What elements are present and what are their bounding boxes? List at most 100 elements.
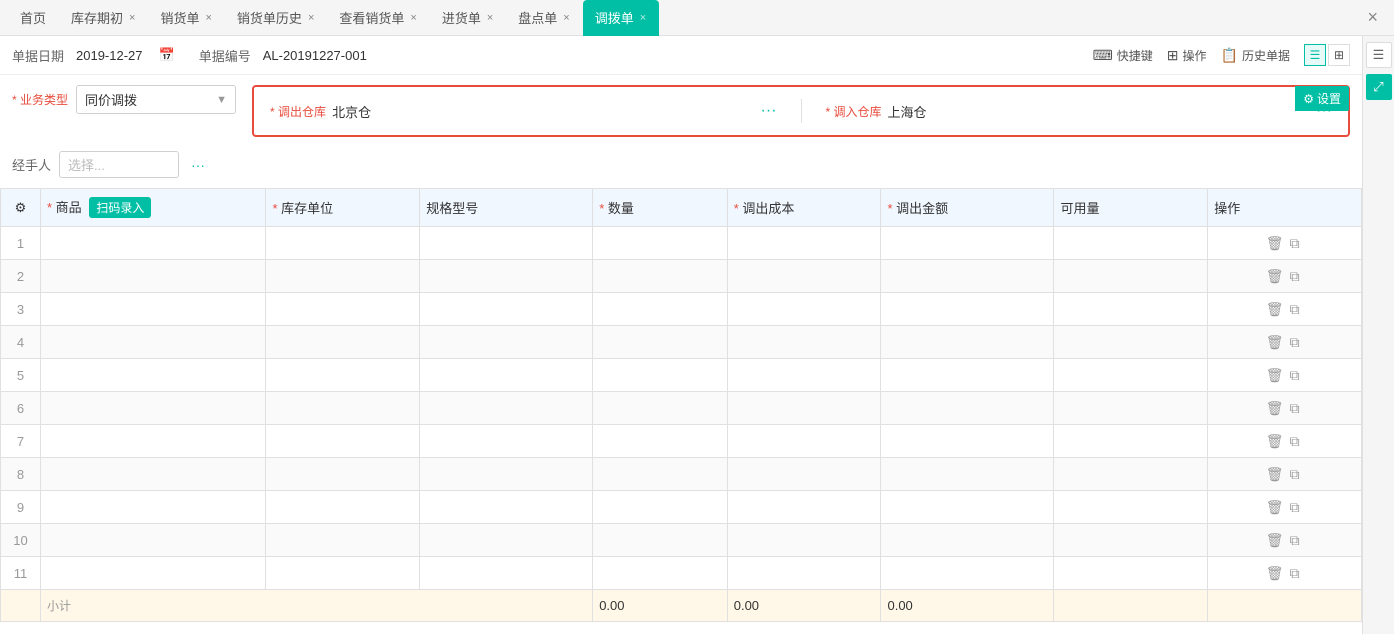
tab-home[interactable]: 首页 [8,0,59,36]
business-type-label: 业务类型 [12,91,68,108]
delete-row-4-btn[interactable]: 🗑 [1265,332,1285,352]
operation-icon: ⊞ [1167,47,1179,64]
copy-row-11-btn[interactable]: ⧉ [1285,563,1305,583]
warehouse-section: 调出仓库 北京仓 ··· 调入仓库 上海仓 ··· ⚙ 设置 [252,85,1350,137]
copy-row-7-btn[interactable]: ⧉ [1285,431,1305,451]
history-btn[interactable]: 📋 历史单据 [1221,47,1290,64]
col-unit: 库存单位 [266,189,420,227]
close-tab-purchase-order[interactable]: × [487,12,493,24]
col-amount: 调出金额 [881,189,1054,227]
table-row: 1🗑⧉ [1,227,1362,260]
delete-row-11-btn[interactable]: 🗑 [1265,563,1285,583]
table-row: 9🗑⧉ [1,491,1362,524]
delete-row-3-btn[interactable]: 🗑 [1265,299,1285,319]
warehouse-out-more-btn[interactable]: ··· [761,102,777,120]
transfer-table: ⚙ 商品 扫码录入 库存单位 规格型号 数量 调出成本 [0,188,1362,622]
shortcut-icon: ⌨ [1093,47,1113,64]
col-avail: 可用量 [1054,189,1208,227]
shortcut-btn[interactable]: ⌨ 快捷键 [1093,47,1153,64]
delete-row-6-btn[interactable]: 🗑 [1265,398,1285,418]
gear-icon: ⚙ [1303,92,1314,106]
person-label: 经手人 [12,155,51,174]
scan-entry-btn[interactable]: 扫码录入 [89,197,151,218]
close-tab-inventory-init[interactable]: × [129,12,135,24]
list-view-btn[interactable]: ☰ [1304,44,1326,66]
copy-row-5-btn[interactable]: ⧉ [1285,365,1305,385]
table-row: 8🗑⧉ [1,458,1362,491]
col-gear[interactable]: ⚙ [1,189,41,227]
date-label: 单据日期 [12,46,64,65]
doc-number-label: 单据编号 [199,46,251,65]
copy-row-9-btn[interactable]: ⧉ [1285,497,1305,517]
grid-view-btn[interactable]: ⊞ [1328,44,1350,66]
business-type-select[interactable]: 同价调拨 ▼ [76,85,236,114]
delete-row-10-btn[interactable]: 🗑 [1265,530,1285,550]
col-qty: 数量 [593,189,728,227]
subtotal-label: 小计 [47,599,71,613]
table-row: 7🗑⧉ [1,425,1362,458]
tab-sales-history[interactable]: 销货单历史 × [225,0,327,36]
tab-purchase-order[interactable]: 进货单 × [430,0,506,36]
business-type-value: 同价调拨 [85,90,212,109]
tab-inventory-check[interactable]: 盘点单 × [506,0,582,36]
toolbar-actions: ⌨ 快捷键 ⊞ 操作 📋 历史单据 ☰ ⊞ [1093,44,1350,66]
person-row: 经手人 选择... ··· [0,147,1362,188]
table-row: 10🗑⧉ [1,524,1362,557]
close-tab-sales-order[interactable]: × [205,12,211,24]
col-product: 商品 扫码录入 [41,189,266,227]
form-area: 业务类型 同价调拨 ▼ 调出仓库 北京仓 ··· 调入仓库 上海仓 ··· ⚙ … [0,75,1362,147]
subtotal-cost: 0.00 [734,598,759,613]
subtotal-row: 小计 0.00 0.00 0.00 [1,590,1362,622]
chevron-down-icon: ▼ [216,94,227,106]
tab-sales-order[interactable]: 销货单 × [148,0,224,36]
tab-transfer-order[interactable]: 调拨单 × [583,0,659,36]
history-icon: 📋 [1221,47,1238,64]
subtotal-qty: 0.00 [599,598,624,613]
delete-row-8-btn[interactable]: 🗑 [1265,464,1285,484]
copy-row-1-btn[interactable]: ⧉ [1285,233,1305,253]
copy-row-3-btn[interactable]: ⧉ [1285,299,1305,319]
operation-btn[interactable]: ⊞ 操作 [1167,47,1207,64]
close-tab-sales-history[interactable]: × [308,12,314,24]
view-toggle: ☰ ⊞ [1304,44,1350,66]
tab-inventory-init[interactable]: 库存期初 × [59,0,148,36]
warehouse-separator [801,99,802,123]
copy-row-4-btn[interactable]: ⧉ [1285,332,1305,352]
table-row: 4🗑⧉ [1,326,1362,359]
doc-number-value: AL-20191227-001 [263,48,367,63]
copy-row-8-btn[interactable]: ⧉ [1285,464,1305,484]
close-tab-view-sales[interactable]: × [410,12,416,24]
table-row: 2🗑⧉ [1,260,1362,293]
col-action: 操作 [1208,189,1362,227]
table-row: 11🗑⧉ [1,557,1362,590]
warehouse-in-value: 上海仓 [888,102,1306,121]
tab-view-sales[interactable]: 查看销货单 × [327,0,429,36]
warehouse-out-label: 调出仓库 [270,103,326,120]
delete-row-2-btn[interactable]: 🗑 [1265,266,1285,286]
warehouse-in-field: 调入仓库 上海仓 ··· [826,102,1332,121]
tab-bar: 首页 库存期初 × 销货单 × 销货单历史 × 查看销货单 × 进货单 × 盘点… [0,0,1394,36]
person-more-btn[interactable]: ··· [191,157,205,173]
copy-row-6-btn[interactable]: ⧉ [1285,398,1305,418]
table-row: 3🗑⧉ [1,293,1362,326]
warehouse-out-value: 北京仓 [332,102,750,121]
table-header: ⚙ 商品 扫码录入 库存单位 规格型号 数量 调出成本 [1,189,1362,227]
copy-row-2-btn[interactable]: ⧉ [1285,266,1305,286]
window-close-button[interactable]: × [1359,7,1386,28]
copy-row-10-btn[interactable]: ⧉ [1285,530,1305,550]
business-type-field: 业务类型 同价调拨 ▼ [12,85,236,114]
delete-row-1-btn[interactable]: 🗑 [1265,233,1285,253]
calendar-icon[interactable]: 📅 [159,47,175,63]
sidebar-list-icon[interactable]: ☰ [1366,42,1392,68]
close-tab-inventory-check[interactable]: × [563,12,569,24]
table-row: 5🗑⧉ [1,359,1362,392]
delete-row-9-btn[interactable]: 🗑 [1265,497,1285,517]
close-tab-transfer-order[interactable]: × [640,12,646,24]
delete-row-7-btn[interactable]: 🗑 [1265,431,1285,451]
delete-row-5-btn[interactable]: 🗑 [1265,365,1285,385]
settings-button[interactable]: ⚙ 设置 [1295,86,1349,111]
person-select[interactable]: 选择... [59,151,179,178]
sidebar-expand-icon[interactable]: ⤢ [1366,74,1392,100]
main-content: 单据日期 2019-12-27 📅 单据编号 AL-20191227-001 ⌨… [0,36,1362,634]
date-value: 2019-12-27 [76,48,143,63]
